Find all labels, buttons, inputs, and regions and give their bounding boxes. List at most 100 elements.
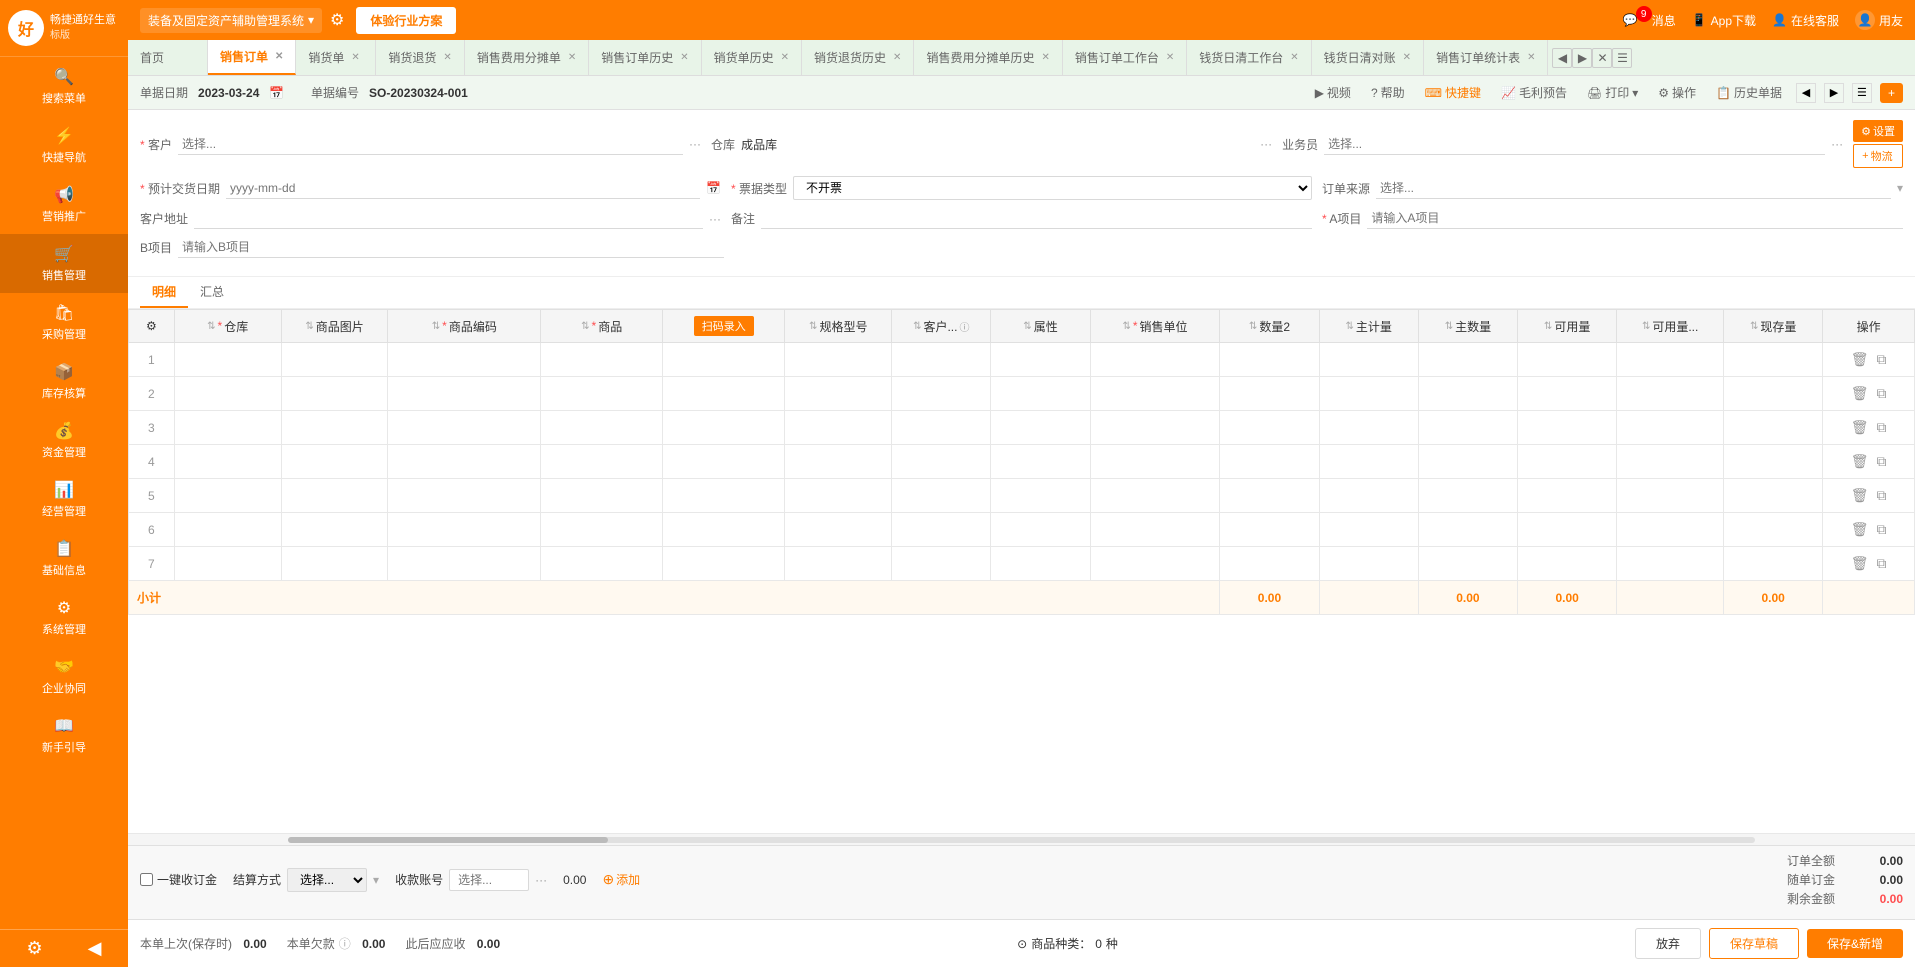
tab-detail[interactable]: 明细 — [140, 277, 188, 308]
print-btn[interactable]: 🖨 打印 ▾ — [1581, 82, 1644, 103]
tab-sales-order[interactable]: 销售订单 ✕ — [208, 40, 296, 75]
row-3-product[interactable] — [541, 411, 663, 445]
row-4-code[interactable] — [388, 445, 541, 479]
row-7-delete-btn[interactable]: 🗑 — [1849, 555, 1871, 572]
sidebar-item-sales[interactable]: 🛒 销售管理 — [0, 234, 128, 293]
row-7-product[interactable] — [541, 547, 663, 581]
tab-goods-history[interactable]: 销货单历史 ✕ — [702, 40, 802, 75]
row-7-warehouse[interactable] — [174, 547, 281, 581]
system-selector[interactable]: 装备及固定资产辅助管理系统 ▾ — [140, 8, 322, 33]
row-2-copy-btn[interactable]: ⧉ — [1875, 385, 1889, 402]
row-2-mqty[interactable] — [1418, 377, 1517, 411]
shortcut-btn[interactable]: ⌨ 快捷键 — [1419, 82, 1487, 103]
one-click-checkbox[interactable]: 一键收订金 — [140, 871, 217, 888]
salesperson-input[interactable] — [1324, 134, 1825, 155]
note-input[interactable] — [761, 208, 1312, 229]
row-3-warehouse[interactable] — [174, 411, 281, 445]
customer-dots[interactable]: ··· — [689, 137, 701, 151]
row-2-code[interactable] — [388, 377, 541, 411]
sidebar-item-basic[interactable]: 📋 基础信息 — [0, 529, 128, 588]
list-view-btn[interactable]: ☰ — [1852, 83, 1872, 103]
row-6-qty2[interactable] — [1220, 513, 1319, 547]
sidebar-item-guide[interactable]: 📖 新手引导 — [0, 706, 128, 765]
tab-sales-return-close[interactable]: ✕ — [443, 52, 451, 63]
tab-order-workbench-close[interactable]: ✕ — [1166, 52, 1174, 63]
row-4-warehouse[interactable] — [174, 445, 281, 479]
user-item[interactable]: 👤 用友 — [1855, 10, 1903, 30]
sidebar-item-collab[interactable]: 🤝 企业协同 — [0, 647, 128, 706]
settings-gear-icon[interactable]: ⚙ — [330, 10, 344, 30]
tab-sales-order-close[interactable]: ✕ — [275, 51, 283, 62]
tab-home[interactable]: 首页 — [128, 40, 208, 75]
row-2-qty2[interactable] — [1220, 377, 1319, 411]
tab-reconcile[interactable]: 钱货日清对账 ✕ — [1312, 40, 1424, 75]
row-4-unit[interactable] — [1090, 445, 1220, 479]
collapse-icon[interactable]: ◀ — [88, 938, 102, 959]
row-5-qty2[interactable] — [1220, 479, 1319, 513]
sidebar-item-purchase[interactable]: 🛍 采购管理 — [0, 293, 128, 352]
tab-next-btn[interactable]: ▶ — [1572, 48, 1592, 68]
discard-btn[interactable]: 放弃 — [1635, 928, 1701, 959]
row-5-delete-btn[interactable]: 🗑 — [1849, 487, 1871, 504]
scroll-track[interactable] — [288, 837, 1755, 843]
row-6-warehouse[interactable] — [174, 513, 281, 547]
col-unit[interactable]: ⇅*销售单位 — [1090, 310, 1220, 343]
row-1-unit[interactable] — [1090, 343, 1220, 377]
row-3-unit[interactable] — [1090, 411, 1220, 445]
settings-btn[interactable]: ⚙设置 — [1853, 120, 1903, 142]
row-1-copy-btn[interactable]: ⧉ — [1875, 351, 1889, 368]
calendar-icon[interactable]: 📅 — [269, 86, 284, 100]
row-5-copy-btn[interactable]: ⧉ — [1875, 487, 1889, 504]
row-3-delete-btn[interactable]: 🗑 — [1849, 419, 1871, 436]
row-1-delete-btn[interactable]: 🗑 — [1849, 351, 1871, 368]
account-dots[interactable]: ··· — [535, 873, 547, 887]
invoice-select[interactable]: 不开票 增值税普通发票 增值税专用发票 — [793, 176, 1312, 200]
row-5-mqty[interactable] — [1418, 479, 1517, 513]
sidebar-item-inventory[interactable]: 📦 库存核算 — [0, 352, 128, 411]
tab-daily-workbench[interactable]: 钱货日清工作台 ✕ — [1187, 40, 1311, 75]
settings-bottom-icon[interactable]: ⚙ — [27, 938, 43, 959]
operation-btn[interactable]: ⚙ 操作 — [1652, 82, 1702, 103]
row-2-unit[interactable] — [1090, 377, 1220, 411]
row-6-code[interactable] — [388, 513, 541, 547]
row-5-unit[interactable] — [1090, 479, 1220, 513]
sidebar-item-shortcuts[interactable]: ⚡ 快捷导航 — [0, 116, 128, 175]
tab-order-workbench[interactable]: 销售订单工作台 ✕ — [1063, 40, 1187, 75]
col-scan[interactable]: 扫码录入 — [663, 310, 785, 343]
b-project-input[interactable] — [178, 237, 724, 258]
prev-record-btn[interactable]: ◀ — [1796, 83, 1816, 103]
industry-btn[interactable]: 体验行业方案 — [356, 7, 456, 34]
row-7-code[interactable] — [388, 547, 541, 581]
footer-add-btn[interactable]: ⊕ 添加 — [602, 871, 640, 888]
row-4-mqty[interactable] — [1418, 445, 1517, 479]
row-7-mqty[interactable] — [1418, 547, 1517, 581]
scan-btn[interactable]: 扫码录入 — [694, 316, 754, 336]
row-4-delete-btn[interactable]: 🗑 — [1849, 453, 1871, 470]
tab-prev-btn[interactable]: ◀ — [1552, 48, 1572, 68]
row-2-warehouse[interactable] — [174, 377, 281, 411]
tab-sales-expense-close[interactable]: ✕ — [568, 52, 576, 63]
tab-sales-order-history[interactable]: 销售订单历史 ✕ — [589, 40, 701, 75]
a-project-input[interactable] — [1367, 208, 1903, 229]
tab-reconcile-close[interactable]: ✕ — [1403, 52, 1411, 63]
customer-input[interactable] — [178, 134, 683, 155]
add-material-btn[interactable]: +物流 — [1853, 144, 1903, 168]
salesperson-dots[interactable]: ··· — [1831, 137, 1843, 151]
row-1-code[interactable] — [388, 343, 541, 377]
tab-return-history[interactable]: 销货退货历史 ✕ — [802, 40, 914, 75]
customer-addr-input[interactable] — [194, 208, 703, 229]
col-warehouse[interactable]: ⇅*仓库 — [174, 310, 281, 343]
tab-return-history-close[interactable]: ✕ — [893, 52, 901, 63]
sidebar-item-marketing[interactable]: 📢 营销推广 — [0, 175, 128, 234]
save-draft-btn[interactable]: 保存草稿 — [1709, 928, 1799, 959]
row-4-copy-btn[interactable]: ⧉ — [1875, 453, 1889, 470]
row-5-product[interactable] — [541, 479, 663, 513]
row-6-mqty[interactable] — [1418, 513, 1517, 547]
row-2-product[interactable] — [541, 377, 663, 411]
tab-stats[interactable]: 销售订单统计表 ✕ — [1424, 40, 1548, 75]
tab-expense-history-close[interactable]: ✕ — [1041, 52, 1049, 63]
col-product[interactable]: ⇅*商品 — [541, 310, 663, 343]
tab-sales-expense[interactable]: 销售费用分摊单 ✕ — [465, 40, 589, 75]
tab-sales-goods-close[interactable]: ✕ — [351, 52, 359, 63]
row-4-qty2[interactable] — [1220, 445, 1319, 479]
